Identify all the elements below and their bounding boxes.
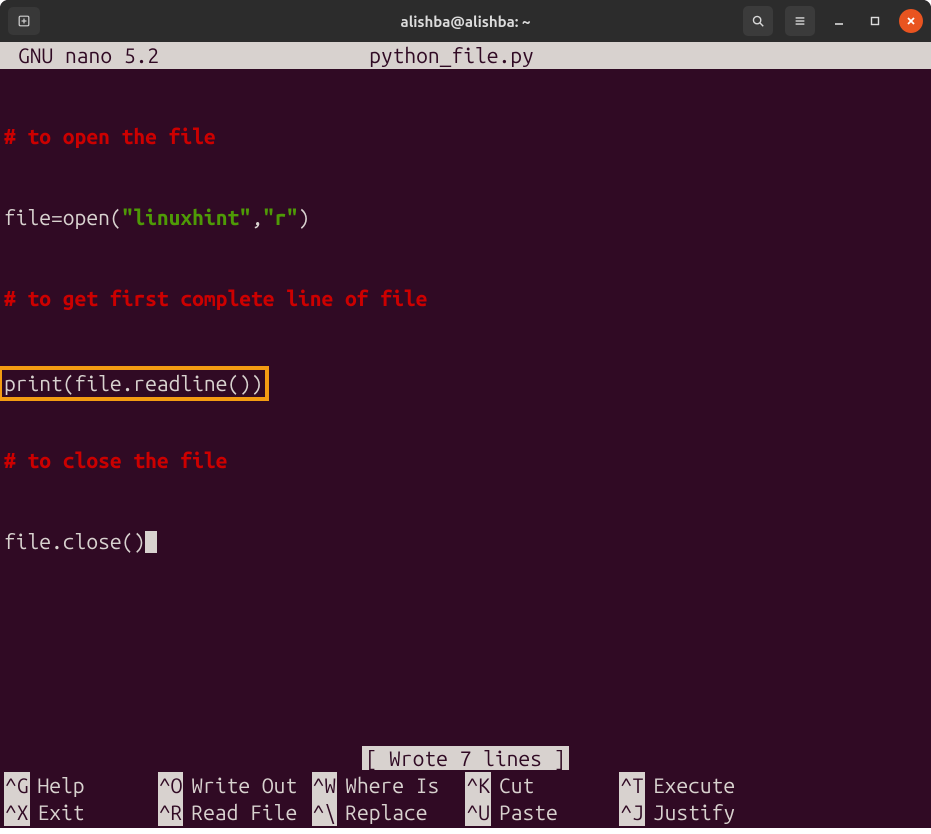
terminal-window: alishba@alishba: ~ <box>0 0 931 828</box>
titlebar: alishba@alishba: ~ <box>0 0 931 42</box>
shortcut-bar: ^GHelp ^OWrite Out ^WWhere Is ^KCut ^TEx… <box>0 772 931 828</box>
shortcut-replace[interactable]: ^\Replace <box>312 799 466 826</box>
close-button[interactable] <box>899 9 923 33</box>
close-icon <box>905 15 917 27</box>
maximize-button[interactable] <box>863 9 887 33</box>
status-message: [ Wrote 7 lines ] <box>0 745 931 772</box>
editor-area[interactable]: # to open the file file=open("linuxhint"… <box>0 69 931 609</box>
shortcut-readfile[interactable]: ^RRead File <box>158 799 312 826</box>
shortcut-paste[interactable]: ^UPaste <box>465 799 619 826</box>
code-text: , <box>251 205 263 229</box>
minimize-button[interactable] <box>827 9 851 33</box>
code-comment: # to close the file <box>4 448 227 472</box>
maximize-icon <box>869 15 881 27</box>
code-string: "linuxhint" <box>122 205 251 229</box>
terminal-body[interactable]: GNU nano 5.2 python_file.py # to open th… <box>0 42 931 828</box>
text-cursor <box>145 531 157 553</box>
new-tab-button[interactable] <box>8 7 40 35</box>
nano-filename: python_file.py <box>159 42 923 69</box>
shortcut-whereis[interactable]: ^WWhere Is <box>312 772 466 799</box>
nano-title-bar: GNU nano 5.2 python_file.py <box>0 42 931 69</box>
new-tab-icon <box>17 14 31 28</box>
annotation-highlight: print(file.readline()) <box>0 366 269 401</box>
menu-button[interactable] <box>785 6 815 36</box>
shortcut-cut[interactable]: ^KCut <box>465 772 619 799</box>
code-comment: # to open the file <box>4 124 216 148</box>
shortcut-justify[interactable]: ^JJustify <box>619 799 773 826</box>
code-text: print(file.readline()) <box>4 371 263 395</box>
shortcut-writeout[interactable]: ^OWrite Out <box>158 772 312 799</box>
shortcut-execute[interactable]: ^TExecute <box>619 772 773 799</box>
shortcut-exit[interactable]: ^XExit <box>4 799 158 826</box>
nano-footer: [ Wrote 7 lines ] ^GHelp ^OWrite Out ^WW… <box>0 745 931 828</box>
nano-app-name: GNU nano 5.2 <box>8 42 159 69</box>
code-string: "r" <box>263 205 298 229</box>
code-text: file.close() <box>4 529 145 553</box>
shortcut-help[interactable]: ^GHelp <box>4 772 158 799</box>
search-button[interactable] <box>743 6 773 36</box>
code-text: ) <box>298 205 310 229</box>
search-icon <box>751 14 765 28</box>
code-text: file=open( <box>4 205 122 229</box>
hamburger-icon <box>793 14 807 28</box>
code-comment: # to get first complete line of file <box>4 286 427 310</box>
minimize-icon <box>833 15 845 27</box>
